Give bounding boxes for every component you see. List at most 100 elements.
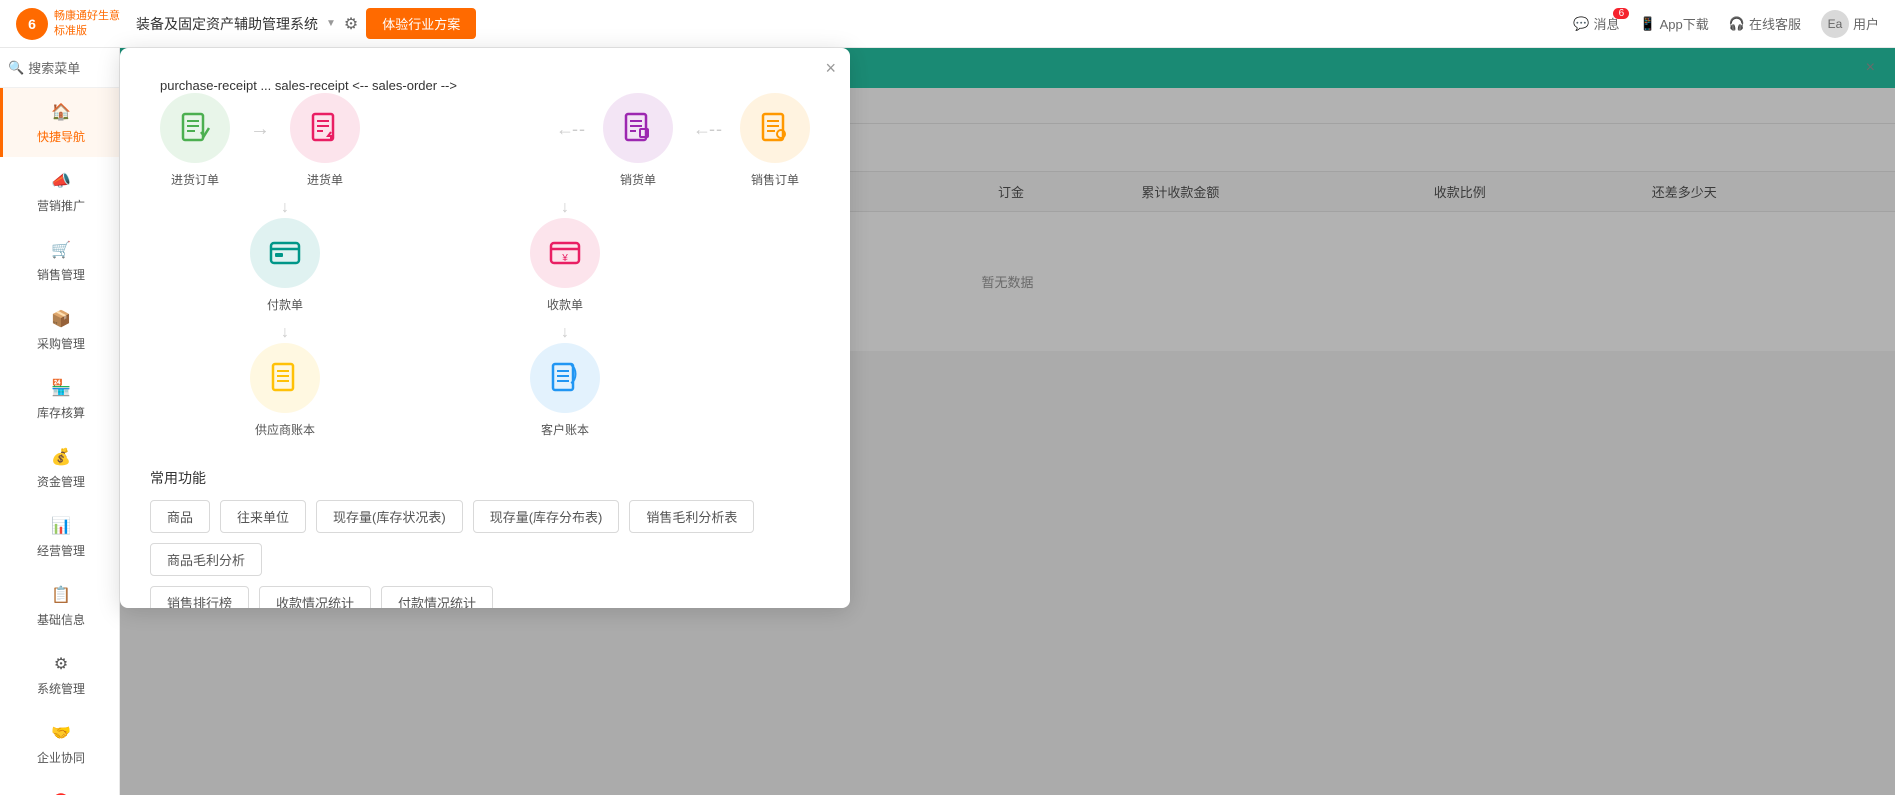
online-service-label: 在线客服	[1749, 14, 1801, 33]
sidebar-item-purchase[interactable]: 📦 采购管理	[0, 295, 119, 364]
flow-node-purchase-receipt[interactable]: 进货单	[290, 93, 360, 188]
user-label: 用户	[1853, 14, 1879, 33]
enterprise-icon: 🤝	[49, 721, 73, 745]
dashed-arrow-2: ←- -	[693, 119, 720, 162]
func-btn-sales-ranking[interactable]: 销售排行榜	[150, 586, 249, 608]
svg-text:¥: ¥	[561, 253, 568, 264]
flow-node-supplier-ledger[interactable]: 供应商账本	[250, 343, 320, 438]
flow-node-customer-ledger[interactable]: 客户账本	[530, 343, 600, 438]
flow-row-3: 供应商账本 客户账本	[160, 343, 810, 438]
sidebar-item-label: 库存核算	[37, 404, 85, 421]
phone-icon: 📱	[1639, 16, 1655, 32]
sidebar-item-quick-nav[interactable]: 🏠 快捷导航	[0, 88, 119, 157]
user-avatar-item[interactable]: Ea 用户	[1821, 10, 1879, 38]
dashed-arrow-1: ←- -	[556, 119, 583, 162]
sidebar-item-sales[interactable]: 🛒 销售管理	[0, 226, 119, 295]
func-btn-collection-stats[interactable]: 收款情况统计	[259, 586, 371, 608]
sidebar-item-basic[interactable]: 📋 基础信息	[0, 571, 119, 640]
customer-ledger-label: 客户账本	[541, 421, 589, 438]
flow-row-2: 付款单 ¥ 收款单	[160, 218, 810, 313]
system-title-area: 装备及固定资产辅助管理系统 ▼ ⚙ 体验行业方案	[136, 8, 1573, 39]
flow-row-arrows-down: ↓ ↓	[160, 198, 810, 218]
sidebar-item-system[interactable]: ⚙ 系统管理	[0, 640, 119, 709]
logo-area: 6 畅康通好生意 标准版	[16, 8, 136, 40]
arrow-down-supplier: ↓	[281, 325, 289, 341]
common-functions: 常用功能 商品 往来单位 现存量(库存状况表) 现存量(库存分布表) 销售毛利分…	[120, 468, 850, 608]
sidebar-item-label: 基础信息	[37, 611, 85, 628]
sidebar-item-label: 销售管理	[37, 266, 85, 283]
sidebar-item-label: 企业协同	[37, 749, 85, 766]
gear-button[interactable]: ⚙	[344, 14, 358, 34]
modal-close-button[interactable]: ×	[825, 58, 836, 79]
headset-icon: 🎧	[1729, 16, 1745, 32]
sidebar-item-label: 快捷导航	[37, 128, 85, 145]
sales-receipt-label: 销货单	[620, 171, 656, 188]
supplier-ledger-label: 供应商账本	[255, 421, 315, 438]
sidebar-item-inventory[interactable]: 🏪 库存核算	[0, 364, 119, 433]
func-btn-sales-profit[interactable]: 销售毛利分析表	[629, 500, 754, 533]
flow-node-payment[interactable]: 付款单	[250, 218, 320, 313]
arrow-down-customer: ↓	[561, 325, 569, 341]
func-btn-stock-dist[interactable]: 现存量(库存分布表)	[473, 500, 620, 533]
flow-row-1: 进货订单 → 进货单 ←- -	[160, 93, 810, 188]
sidebar-nav: 🏠 快捷导航 📣 营销推广 🛒 销售管理 📦 采购管理 🏪 库存核算 💰	[0, 88, 119, 795]
message-icon: 💬	[1573, 16, 1589, 32]
logo-text: 畅康通好生意 标准版	[54, 9, 120, 38]
sidebar-search[interactable]: 🔍 搜索菜单	[0, 48, 119, 88]
operation-icon: 📊	[49, 514, 73, 538]
purchase-receipt-circle	[290, 93, 360, 163]
system-dropdown-arrow[interactable]: ▼	[326, 18, 336, 29]
flow-node-collection[interactable]: ¥ 收款单	[530, 218, 600, 313]
func-btn-goods-profit[interactable]: 商品毛利分析	[150, 543, 262, 576]
sales-icon: 🛒	[49, 238, 73, 262]
quick-nav-modal: × purchase-receipt ... sales-receipt <--…	[120, 48, 850, 608]
arrow-right-1: →	[250, 118, 270, 163]
func-buttons-row-1: 商品 往来单位 现存量(库存状况表) 现存量(库存分布表) 销售毛利分析表 商品…	[150, 500, 820, 576]
purchase-order-circle	[160, 93, 230, 163]
sales-order-circle	[740, 93, 810, 163]
sidebar-item-finance[interactable]: 💰 资金管理	[0, 433, 119, 502]
sidebar-item-label: 营销推广	[37, 197, 85, 214]
message-icon-item[interactable]: 💬 消息 6	[1573, 14, 1619, 33]
purchase-receipt-label: 进货单	[307, 171, 343, 188]
sidebar-item-enterprise[interactable]: 🤝 企业协同	[0, 709, 119, 778]
modal-overlay[interactable]: × purchase-receipt ... sales-receipt <--…	[120, 48, 1895, 795]
sidebar-item-label: 经营管理	[37, 542, 85, 559]
customer-ledger-circle	[530, 343, 600, 413]
collection-circle: ¥	[530, 218, 600, 288]
finance-icon: 💰	[49, 445, 73, 469]
func-btn-payment-stats[interactable]: 付款情况统计	[381, 586, 493, 608]
marketing-icon: 📣	[49, 169, 73, 193]
logo-icon: 6	[16, 8, 48, 40]
sales-order-label: 销售订单	[751, 171, 799, 188]
collection-label: 收款单	[547, 296, 583, 313]
flow-node-sales-order[interactable]: 销售订单	[740, 93, 810, 188]
sidebar-item-newbie[interactable]: 🎯 新手引导	[0, 778, 119, 795]
flow-row-arrows-down-2: ↓ ↓	[160, 323, 810, 343]
sidebar-item-marketing[interactable]: 📣 营销推广	[0, 157, 119, 226]
flow-node-sales-receipt[interactable]: 销货单	[603, 93, 673, 188]
online-service-item[interactable]: 🎧 在线客服	[1729, 14, 1801, 33]
system-title-text: 装备及固定资产辅助管理系统	[136, 14, 318, 34]
newbie-icon: 🎯	[49, 790, 73, 795]
func-buttons-row-2: 销售排行榜 收款情况统计 付款情况统计	[150, 586, 820, 608]
flow-diagram: purchase-receipt ... sales-receipt <-- s…	[120, 48, 850, 468]
func-btn-goods[interactable]: 商品	[150, 500, 210, 533]
app-download-item[interactable]: 📱 App下载	[1639, 14, 1708, 33]
search-icon: 🔍	[8, 60, 24, 76]
sidebar-item-operation[interactable]: 📊 经营管理	[0, 502, 119, 571]
quick-nav-icon: 🏠	[49, 100, 73, 124]
message-badge: 6	[1613, 8, 1629, 19]
top-header: 6 畅康通好生意 标准版 装备及固定资产辅助管理系统 ▼ ⚙ 体验行业方案 💬 …	[0, 0, 1895, 48]
header-right: 💬 消息 6 📱 App下载 🎧 在线客服 Ea 用户	[1573, 10, 1879, 38]
arrow-down-payment: ↓	[281, 200, 289, 216]
func-btn-stock-status[interactable]: 现存量(库存状况表)	[316, 500, 463, 533]
basic-icon: 📋	[49, 583, 73, 607]
trial-button[interactable]: 体验行业方案	[366, 8, 476, 39]
sidebar: 🔍 搜索菜单 🏠 快捷导航 📣 营销推广 🛒 销售管理 📦 采购管理 🏪	[0, 48, 120, 795]
inventory-icon: 🏪	[49, 376, 73, 400]
supplier-ledger-circle	[250, 343, 320, 413]
flow-node-purchase-order[interactable]: 进货订单	[160, 93, 230, 188]
func-btn-partners[interactable]: 往来单位	[220, 500, 306, 533]
common-functions-title: 常用功能	[150, 468, 820, 488]
